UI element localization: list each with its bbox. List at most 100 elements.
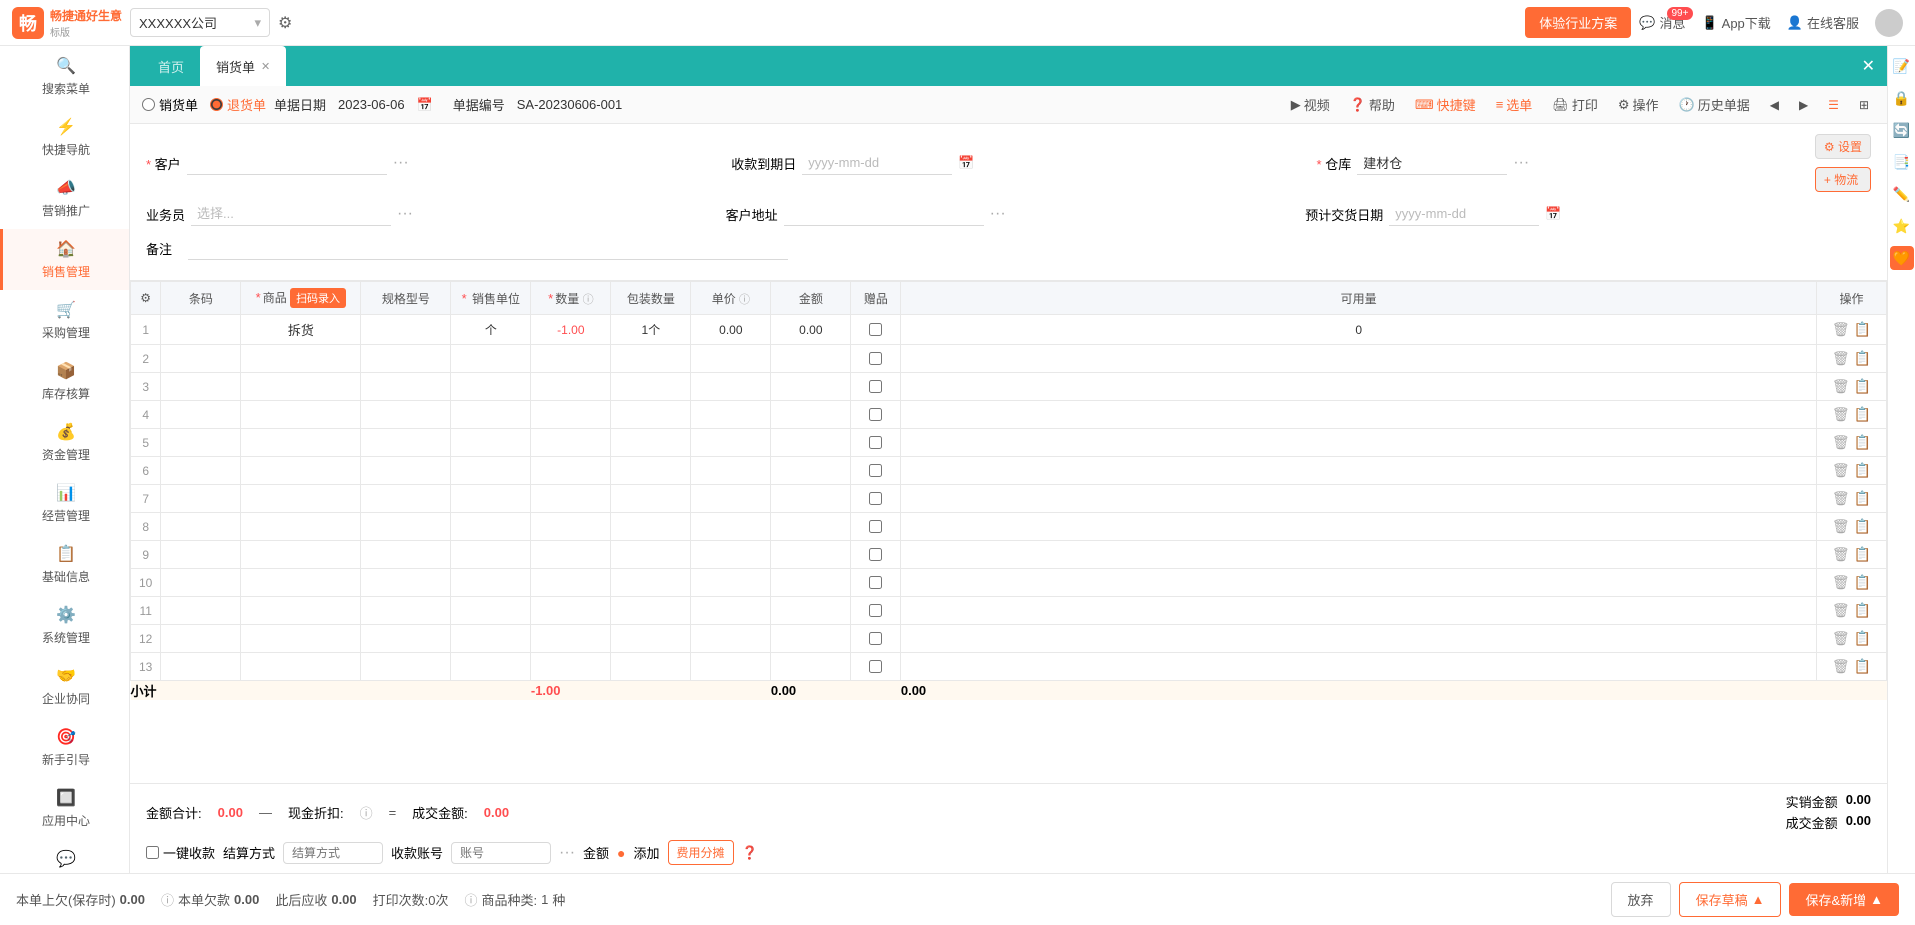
copy-icon[interactable]: 📋 [1854, 462, 1871, 479]
copy-icon[interactable]: 📋 [1854, 378, 1871, 395]
copy-icon[interactable]: 📋 [1854, 630, 1871, 647]
row-barcode[interactable] [161, 485, 241, 513]
row-spec[interactable] [361, 513, 451, 541]
right-panel-lock-btn[interactable]: 🔒 [1890, 86, 1914, 110]
warehouse-ellipsis[interactable]: ··· [1513, 154, 1529, 172]
row-barcode[interactable] [161, 597, 241, 625]
row-price[interactable] [691, 485, 771, 513]
delete-icon[interactable]: 🗑 [1832, 546, 1850, 563]
sidebar-item-shortcut[interactable]: ⚡ 快捷导航 [0, 107, 129, 168]
save-new-button[interactable]: 保存&新增 ▲ [1789, 883, 1899, 916]
row-gift[interactable] [851, 315, 901, 345]
radio-sales-input[interactable] [142, 98, 155, 111]
logistics-button[interactable]: + 物流 [1815, 167, 1871, 192]
row-product[interactable] [241, 569, 361, 597]
company-selector[interactable]: XXXXXX公司 ▾ [130, 8, 270, 37]
row-qty[interactable] [531, 373, 611, 401]
addr-ellipsis[interactable]: ··· [990, 205, 1006, 223]
row-spec[interactable] [361, 541, 451, 569]
copy-icon[interactable]: 📋 [1854, 434, 1871, 451]
print-btn[interactable]: 🖨 打印 [1546, 92, 1604, 117]
row-qty[interactable] [531, 345, 611, 373]
select-order-btn[interactable]: ≡ 选单 [1490, 92, 1539, 117]
row-price[interactable] [691, 513, 771, 541]
expected-date-input[interactable] [1389, 202, 1539, 226]
row-barcode[interactable] [161, 513, 241, 541]
row-product[interactable] [241, 597, 361, 625]
row-spec[interactable] [361, 653, 451, 681]
delete-icon[interactable]: 🗑 [1832, 434, 1850, 451]
delete-icon[interactable]: 🗑 [1832, 518, 1850, 535]
row-spec[interactable] [361, 315, 451, 345]
delete-icon[interactable]: 🗑 [1832, 462, 1850, 479]
row-price[interactable]: 0.00 [691, 315, 771, 345]
row-product[interactable]: 拆货 [241, 315, 361, 345]
sidebar-item-marketing[interactable]: 📣 营销推广 [0, 168, 129, 229]
tab-sales-order[interactable]: 销货单 ✕ [200, 46, 286, 86]
customer-addr-input[interactable] [784, 202, 984, 226]
row-barcode[interactable] [161, 345, 241, 373]
discard-button[interactable]: 放弃 [1611, 882, 1671, 917]
add-icon[interactable]: ● [617, 845, 625, 861]
row-spec[interactable] [361, 345, 451, 373]
row-qty[interactable] [531, 457, 611, 485]
copy-icon[interactable]: 📋 [1854, 490, 1871, 507]
row-barcode[interactable] [161, 429, 241, 457]
row-product[interactable] [241, 373, 361, 401]
sidebar-item-apps[interactable]: 🔲 应用中心 [0, 778, 129, 839]
row-spec[interactable] [361, 429, 451, 457]
row-price[interactable] [691, 345, 771, 373]
row-product[interactable] [241, 541, 361, 569]
list-view-btn[interactable]: ☰ [1822, 95, 1845, 115]
warehouse-input[interactable] [1357, 151, 1507, 175]
row-qty[interactable] [531, 569, 611, 597]
row-price[interactable] [691, 541, 771, 569]
row-qty[interactable] [531, 653, 611, 681]
row-gift[interactable] [851, 373, 901, 401]
message-btn[interactable]: 💬 消息 99+ [1639, 13, 1685, 32]
row-qty[interactable]: -1.00 [531, 315, 611, 345]
copy-icon[interactable]: 📋 [1854, 350, 1871, 367]
copy-icon[interactable]: 📋 [1854, 518, 1871, 535]
row-barcode[interactable] [161, 569, 241, 597]
right-panel-copy-btn[interactable]: 📑 [1890, 150, 1914, 174]
delete-icon[interactable]: 🗑 [1832, 321, 1850, 338]
row-gift[interactable] [851, 597, 901, 625]
row-price[interactable] [691, 569, 771, 597]
save-draft-button[interactable]: 保存草稿 ▲ [1679, 882, 1782, 917]
row-qty[interactable] [531, 541, 611, 569]
delete-icon[interactable]: 🗑 [1832, 658, 1850, 675]
avatar[interactable] [1875, 9, 1903, 37]
row-spec[interactable] [361, 373, 451, 401]
radio-sales[interactable]: 销货单 [142, 95, 198, 114]
row-gift[interactable] [851, 401, 901, 429]
row-spec[interactable] [361, 485, 451, 513]
row-gift[interactable] [851, 345, 901, 373]
sidebar-item-sales[interactable]: 🏠 销售管理 [0, 229, 129, 290]
row-spec[interactable] [361, 401, 451, 429]
row-gift[interactable] [851, 569, 901, 597]
right-panel-orange-btn[interactable]: 🧡 [1890, 246, 1914, 270]
sidebar-item-inventory[interactable]: 📦 库存核算 [0, 351, 129, 412]
help-btn[interactable]: ❓ 帮助 [1344, 92, 1401, 117]
delete-icon[interactable]: 🗑 [1832, 630, 1850, 647]
customer-input[interactable] [187, 151, 387, 175]
row-spec[interactable] [361, 457, 451, 485]
sidebar-item-collab[interactable]: 🤝 企业协同 [0, 656, 129, 717]
sidebar-item-purchase[interactable]: 🛒 采购管理 [0, 290, 129, 351]
account-input[interactable] [451, 842, 551, 864]
prev-btn[interactable]: ◀ [1764, 95, 1785, 115]
copy-icon[interactable]: 📋 [1854, 546, 1871, 563]
right-panel-edit-btn[interactable]: 📝 [1890, 54, 1914, 78]
tab-home[interactable]: 首页 [142, 46, 200, 86]
row-barcode[interactable] [161, 401, 241, 429]
row-product[interactable] [241, 513, 361, 541]
row-product[interactable] [241, 653, 361, 681]
row-qty[interactable] [531, 597, 611, 625]
row-barcode[interactable] [161, 315, 241, 345]
operate-btn[interactable]: ⚙ 操作 [1612, 92, 1665, 117]
sidebar-item-finance[interactable]: 💰 资金管理 [0, 412, 129, 473]
delete-icon[interactable]: 🗑 [1832, 378, 1850, 395]
row-barcode[interactable] [161, 373, 241, 401]
th-config[interactable]: ⚙ [131, 282, 161, 315]
